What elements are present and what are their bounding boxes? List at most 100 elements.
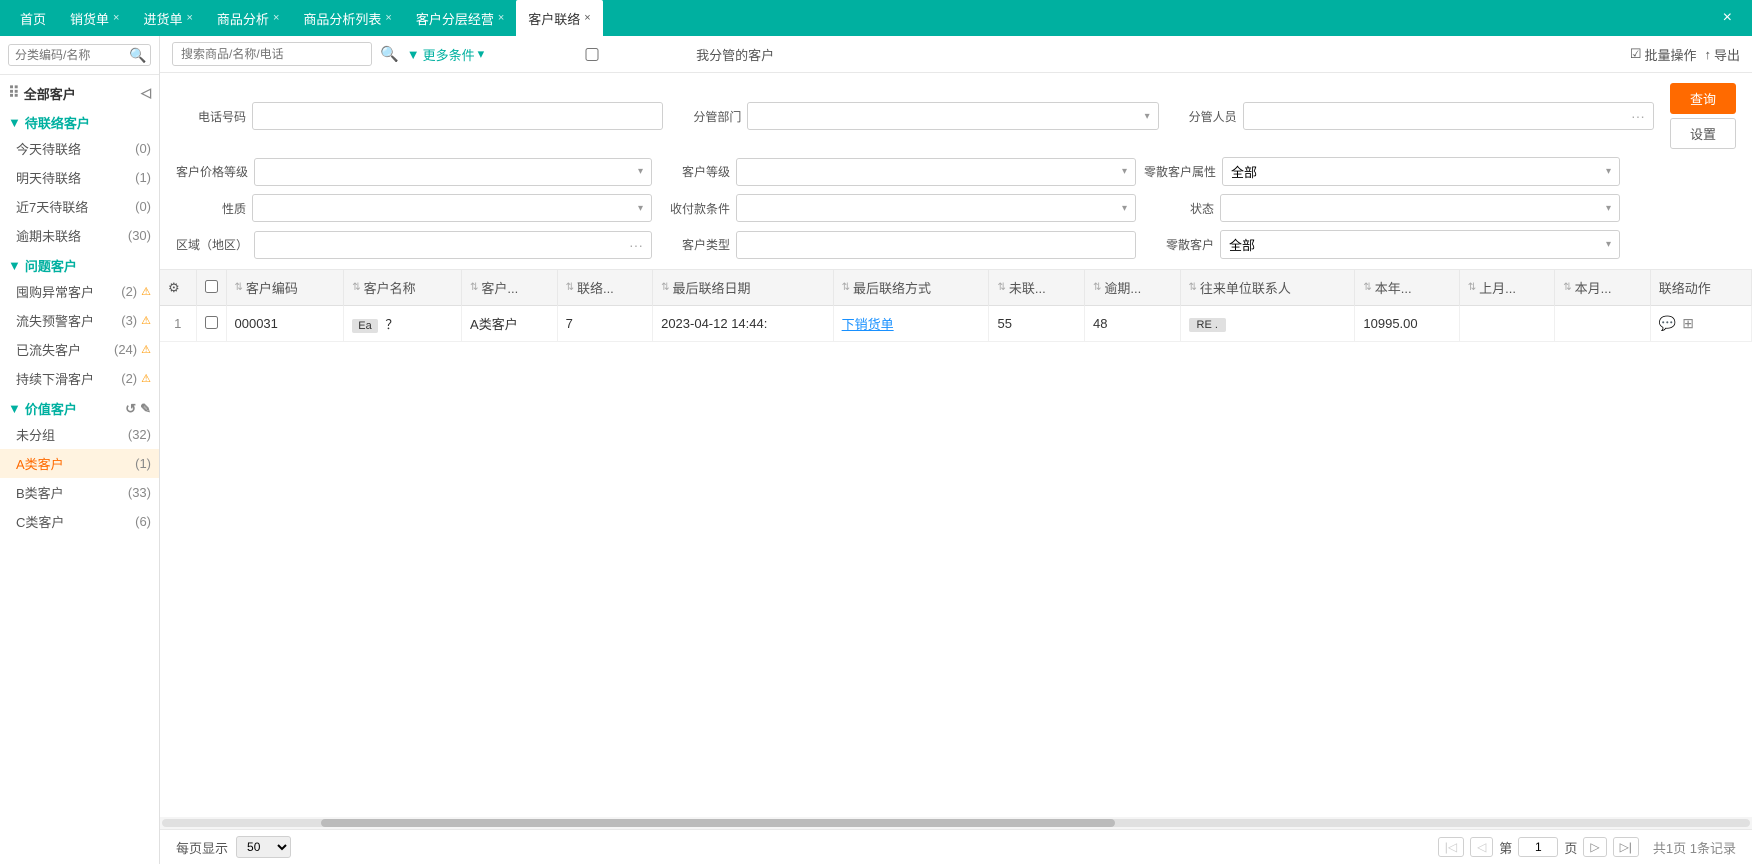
select-all-checkbox[interactable] <box>205 280 218 293</box>
sidebar-item-class-c[interactable]: C类客户 (6) <box>0 507 159 536</box>
customer-type-field: 客户类型 <box>660 231 1136 259</box>
sidebar-item-tomorrow[interactable]: 明天待联络 (1) <box>0 163 159 192</box>
page-input[interactable]: 1 <box>1518 837 1558 857</box>
th-year-sort-icon[interactable]: ⇅ <box>1363 282 1371 293</box>
per-page-label: 每页显示 <box>176 838 228 857</box>
nav-product-analysis[interactable]: 商品分析 × <box>205 0 291 36</box>
manager-select[interactable]: ··· <box>1243 102 1654 130</box>
customer-table: ⚙ ⇅ 客户编码 <box>160 270 1752 342</box>
sidebar-item-class-b[interactable]: B类客户 (33) <box>0 478 159 507</box>
search-input[interactable] <box>172 42 372 66</box>
all-customers-header[interactable]: ⠿ 全部客户 ◁ <box>0 75 159 107</box>
nav-product-list[interactable]: 商品分析列表 × <box>291 0 403 36</box>
nature-select[interactable]: ▾ <box>252 194 652 222</box>
row-checkbox-cell[interactable] <box>196 306 226 342</box>
value-expand-icon[interactable]: ▼ <box>8 401 21 416</box>
price-grade-select[interactable]: ▾ <box>254 158 652 186</box>
th-checkbox[interactable] <box>196 270 226 306</box>
nav-customer-contact[interactable]: 客户联络 × <box>516 0 602 36</box>
retail-attr-select[interactable]: 全部 ▾ <box>1222 157 1620 186</box>
column-settings-icon[interactable]: ⚙ <box>168 280 180 296</box>
contact-count: 7 <box>557 306 653 342</box>
th-this-month-sort-icon[interactable]: ⇅ <box>1563 282 1571 293</box>
th-no-contact-sort-icon[interactable]: ⇅ <box>997 282 1005 293</box>
close-sales-icon[interactable]: × <box>113 12 119 24</box>
th-last-month-sort-icon[interactable]: ⇅ <box>1468 282 1476 293</box>
close-purchase-icon[interactable]: × <box>186 12 192 24</box>
query-button[interactable]: 查询 <box>1670 83 1736 114</box>
batch-operation-button[interactable]: ☑ 批量操作 <box>1630 45 1697 64</box>
th-settings[interactable]: ⚙ <box>160 270 196 306</box>
retail-customer-select[interactable]: 全部 ▾ <box>1220 230 1620 259</box>
class-b-label: B类客户 <box>16 483 64 502</box>
group-expand-icon[interactable]: ▼ <box>8 115 21 130</box>
nav-home[interactable]: 首页 <box>8 0 58 36</box>
th-name-sort-icon[interactable]: ⇅ <box>352 282 360 293</box>
sidebar-item-overdue[interactable]: 逾期未联络 (30) <box>0 221 159 250</box>
page-prev-button[interactable]: ◁ <box>1470 837 1493 857</box>
sidebar-item-7days[interactable]: 近7天待联络 (0) <box>0 192 159 221</box>
th-code-sort-icon[interactable]: ⇅ <box>235 282 243 293</box>
sidebar-item-class-a[interactable]: A类客户 (1) <box>0 449 159 478</box>
status-select[interactable]: ▾ <box>1220 194 1620 222</box>
customer-type-select[interactable] <box>736 231 1136 259</box>
sidebar-item-churned[interactable]: 已流失客户 (24) ⚠ <box>0 335 159 364</box>
close-product-analysis-icon[interactable]: × <box>273 12 279 24</box>
sidebar-item-churn-warning[interactable]: 流失预警客户 (3) ⚠ <box>0 306 159 335</box>
collapse-sidebar-icon[interactable]: ◁ <box>141 85 151 101</box>
page-next-button[interactable]: ▷ <box>1583 837 1606 857</box>
problem-expand-icon[interactable]: ▼ <box>8 258 21 273</box>
sidebar-search-icon[interactable]: 🔍 <box>129 47 146 64</box>
manager-dots-icon[interactable]: ··· <box>1631 108 1645 124</box>
row-checkbox[interactable] <box>205 316 218 329</box>
th-last-date-sort-icon[interactable]: ⇅ <box>661 282 669 293</box>
th-action: 联络动作 <box>1650 270 1751 306</box>
last-contact-method[interactable]: 下销货单 <box>833 306 989 342</box>
close-customer-contact-icon[interactable]: × <box>584 12 590 24</box>
more-filters-button[interactable]: ▼ 更多条件 ▾ <box>407 45 484 64</box>
payment-select[interactable]: ▾ <box>736 194 1136 222</box>
region-select[interactable]: ··· <box>254 231 652 259</box>
top-navigation: 首页 销货单 × 进货单 × 商品分析 × 商品分析列表 × 客户分层经营 × … <box>0 0 1752 36</box>
settings-button[interactable]: 设置 <box>1670 118 1736 149</box>
refresh-icon[interactable]: ↺ <box>125 401 136 417</box>
th-contact-count-sort-icon[interactable]: ⇅ <box>566 282 574 293</box>
export-icon: ↑ <box>1704 47 1711 62</box>
my-customers-checkbox[interactable] <box>492 48 692 61</box>
close-customer-tier-icon[interactable]: × <box>498 12 504 24</box>
filter-row-1: 电话号码 分管部门 ▾ 分管人员 ··· <box>176 83 1736 149</box>
last-contact-date: 2023-04-12 14:44: <box>653 306 834 342</box>
region-dots-icon[interactable]: ··· <box>629 237 643 253</box>
my-customers-checkbox-container[interactable]: 我分管的客户 <box>492 45 774 64</box>
more-action-icon[interactable]: ⊞ <box>1682 315 1694 332</box>
contact-action-icon[interactable]: 💬 <box>1659 315 1676 332</box>
sidebar-item-today[interactable]: 今天待联络 (0) <box>0 134 159 163</box>
phone-input[interactable] <box>252 102 663 130</box>
th-person-sort-icon[interactable]: ⇅ <box>1189 282 1197 293</box>
nav-purchase[interactable]: 进货单 × <box>131 0 204 36</box>
scrollbar-track[interactable] <box>162 819 1750 827</box>
horizontal-scrollbar[interactable] <box>160 817 1752 829</box>
nav-sales[interactable]: 销货单 × <box>58 0 131 36</box>
page-last-button[interactable]: ▷| <box>1613 837 1639 857</box>
sidebar-item-unclassified[interactable]: 未分组 (32) <box>0 420 159 449</box>
sidebar-item-declining[interactable]: 持续下滑客户 (2) ⚠ <box>0 364 159 393</box>
per-page-select[interactable]: 50 100 200 <box>236 836 291 858</box>
nav-customer-tier[interactable]: 客户分层经营 × <box>404 0 516 36</box>
close-product-list-icon[interactable]: × <box>385 12 391 24</box>
contact-method-link[interactable]: 下销货单 <box>842 317 894 332</box>
th-category-sort-icon[interactable]: ⇅ <box>470 282 478 293</box>
dept-select[interactable]: ▾ <box>747 102 1158 130</box>
th-overdue-sort-icon[interactable]: ⇅ <box>1093 282 1101 293</box>
close-all-button[interactable]: × <box>1711 9 1744 27</box>
status-label: 状态 <box>1144 200 1214 217</box>
search-button[interactable]: 🔍 <box>380 45 399 63</box>
no-contact-days: 55 <box>989 306 1085 342</box>
export-button[interactable]: ↑ 导出 <box>1704 45 1740 64</box>
page-first-button[interactable]: |◁ <box>1438 837 1464 857</box>
edit-group-icon[interactable]: ✎ <box>140 401 151 417</box>
scrollbar-thumb[interactable] <box>321 819 1115 827</box>
th-method-sort-icon[interactable]: ⇅ <box>842 282 850 293</box>
sidebar-item-hoarding[interactable]: 囤购异常客户 (2) ⚠ <box>0 277 159 306</box>
customer-grade-select[interactable]: ▾ <box>736 158 1136 186</box>
